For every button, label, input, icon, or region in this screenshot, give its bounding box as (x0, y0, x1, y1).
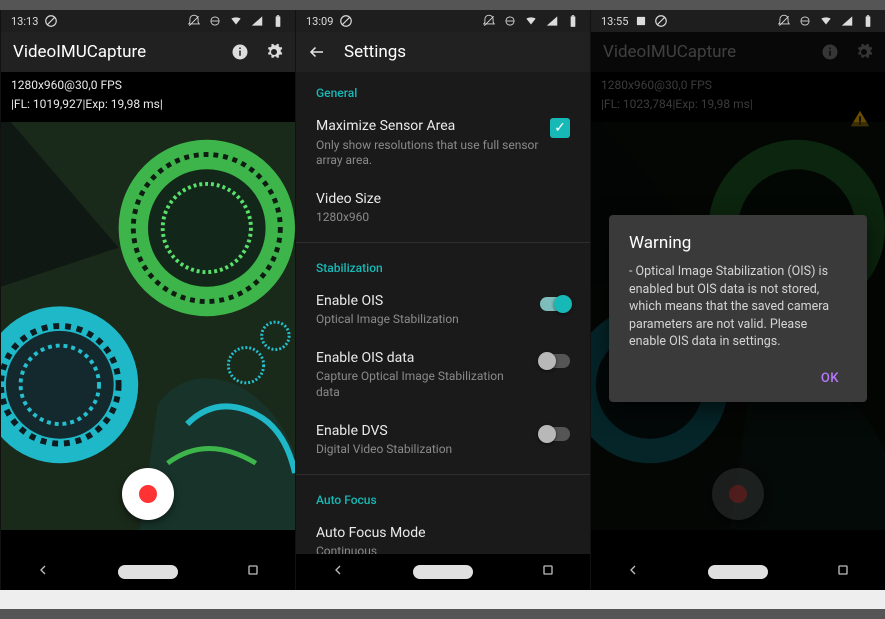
ok-button[interactable]: OK (813, 365, 847, 392)
pref-title: Video Size (316, 191, 570, 209)
nav-recents-icon[interactable] (835, 562, 851, 582)
android-nav-bar (1, 554, 295, 590)
nav-home-pill[interactable] (118, 565, 178, 579)
divider (296, 242, 590, 243)
pref-summary: Optical Image Stabilization (316, 312, 530, 328)
pref-value: 1280x960 (316, 210, 570, 226)
pref-maximize-sensor-area[interactable]: Maximize Sensor Area Only show resolutio… (296, 108, 590, 181)
section-general-header: General (296, 72, 590, 108)
settings-app-bar: Settings (296, 32, 590, 72)
switch-toggle[interactable] (540, 427, 570, 441)
battery-icon (861, 14, 875, 28)
dnd-icon (44, 14, 58, 28)
android-nav-bar (591, 554, 885, 590)
battery-icon (271, 14, 285, 28)
status-time: 13:09 (306, 15, 333, 28)
dialog-title: Warning (629, 233, 847, 253)
pref-enable-dvs[interactable]: Enable DVS Digital Video Stabilization (296, 413, 590, 470)
wifi-icon (229, 14, 243, 28)
vibrate-icon (187, 14, 201, 28)
status-bar: 13:13 (1, 10, 295, 32)
nav-back-icon[interactable] (625, 562, 641, 582)
pref-autofocus-mode[interactable]: Auto Focus Mode Continuous (296, 515, 590, 554)
settings-title: Settings (344, 42, 578, 62)
section-autofocus-header: Auto Focus (296, 479, 590, 515)
capture-info-overlay: 1280x960@30,0 FPS |FL: 1019,927|Exp: 19,… (1, 72, 295, 118)
phone-capture-screen: 13:13 VideoIMUCapture 1280x960@30,0 FPS (0, 10, 295, 590)
record-button[interactable] (122, 468, 174, 520)
record-dot-icon (139, 485, 157, 503)
three-phone-screenshots: 13:13 VideoIMUCapture 1280x960@30,0 FPS (0, 10, 885, 609)
nav-home-pill[interactable] (708, 565, 768, 579)
pref-title: Enable OIS (316, 293, 530, 311)
checkbox-icon[interactable]: ✓ (550, 118, 570, 138)
pref-title: Enable DVS (316, 423, 530, 441)
nav-recents-icon[interactable] (245, 562, 261, 582)
dnd-icon (339, 14, 353, 28)
dnd-icon (208, 14, 222, 28)
pref-summary: Digital Video Stabilization (316, 442, 530, 458)
nav-back-icon[interactable] (330, 562, 346, 582)
gear-icon[interactable] (265, 43, 283, 61)
divider (296, 474, 590, 475)
pref-video-size[interactable]: Video Size 1280x960 (296, 181, 590, 238)
signal-icon (840, 14, 854, 28)
settings-list[interactable]: General Maximize Sensor Area Only show r… (296, 72, 590, 554)
vibrate-icon (777, 14, 791, 28)
vibrate-icon (482, 14, 496, 28)
phone-settings-screen: 13:09 Settings General Maximize Sensor A… (295, 10, 590, 590)
dnd-icon (798, 14, 812, 28)
app-title: VideoIMUCapture (13, 42, 221, 62)
status-time: 13:13 (11, 15, 38, 28)
info-icon[interactable] (231, 43, 249, 61)
dialog-body: - Optical Image Stabilization (OIS) is e… (629, 263, 847, 351)
android-nav-bar (296, 554, 590, 590)
app-bar: VideoIMUCapture (1, 32, 295, 72)
warning-dialog: Warning - Optical Image Stabilization (O… (609, 215, 867, 402)
pref-title: Auto Focus Mode (316, 525, 570, 543)
battery-icon (566, 14, 580, 28)
switch-toggle[interactable] (540, 297, 570, 311)
screenshot-icon (634, 14, 648, 28)
pref-enable-ois-data[interactable]: Enable OIS data Capture Optical Image St… (296, 340, 590, 413)
pref-summary: Capture Optical Image Stabilization data (316, 369, 530, 400)
dnd-icon (654, 14, 668, 28)
nav-back-icon[interactable] (35, 562, 51, 582)
wifi-icon (524, 14, 538, 28)
pref-title: Maximize Sensor Area (316, 118, 540, 136)
switch-toggle[interactable] (540, 354, 570, 368)
nav-home-pill[interactable] (413, 565, 473, 579)
back-arrow-icon[interactable] (308, 43, 326, 61)
phone-warning-screen: 13:55 VideoIMUCapture 1280x960@30,0 FPS … (590, 10, 885, 590)
wifi-icon (819, 14, 833, 28)
section-stabilization-header: Stabilization (296, 247, 590, 283)
overlay-resolution-fps: 1280x960@30,0 FPS (11, 76, 285, 95)
pref-enable-ois[interactable]: Enable OIS Optical Image Stabilization (296, 283, 590, 340)
pref-value: Continuous (316, 544, 570, 554)
overlay-focal-exposure: |FL: 1019,927|Exp: 19,98 ms| (11, 95, 285, 114)
status-time: 13:55 (601, 15, 628, 28)
pref-summary: Only show resolutions that use full sens… (316, 138, 540, 169)
status-bar: 13:09 (296, 10, 590, 32)
status-bar: 13:55 (591, 10, 885, 32)
nav-recents-icon[interactable] (540, 562, 556, 582)
pref-title: Enable OIS data (316, 350, 530, 368)
signal-icon (545, 14, 559, 28)
dnd-icon (503, 14, 517, 28)
signal-icon (250, 14, 264, 28)
